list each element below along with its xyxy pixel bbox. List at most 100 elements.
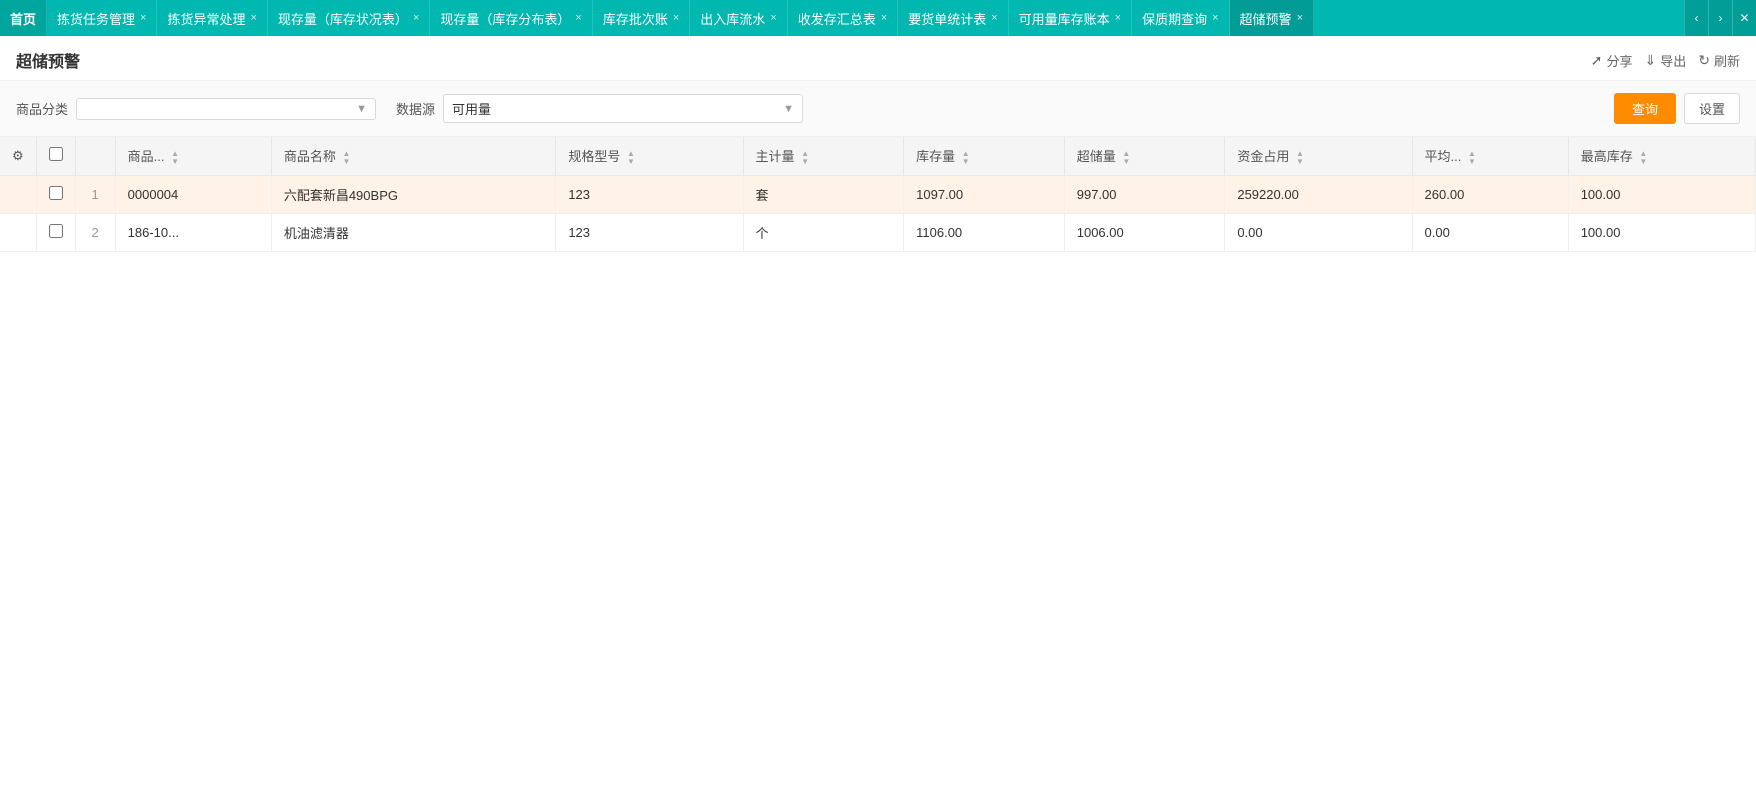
sort-max-stock-icon: ▲▼: [1639, 150, 1647, 166]
close-inventory-dist[interactable]: ×: [575, 12, 581, 24]
sort-product-name-icon: ▲▼: [342, 150, 350, 166]
page-container: 超储预警 ➚ 分享 ⇓ 导出 ↻ 刷新 商品分类 ▼ 数据源: [0, 36, 1756, 252]
nav-arrow-close[interactable]: ✕: [1732, 0, 1756, 36]
close-inventory-status[interactable]: ×: [413, 12, 419, 24]
nav-item-available-account[interactable]: 可用量库存账本 ×: [1009, 0, 1132, 36]
row-spec: 123: [556, 213, 743, 251]
data-source-label: 数据源: [396, 99, 435, 118]
th-product-code[interactable]: 商品... ▲▼: [115, 137, 271, 175]
top-navigation: 首页 拣货任务管理 × 拣货异常处理 × 现存量（库存状况表） × 现存量（库存…: [0, 0, 1756, 36]
query-button[interactable]: 查询: [1614, 93, 1676, 124]
sort-spec-icon: ▲▼: [627, 150, 635, 166]
sort-inventory-icon: ▲▼: [962, 150, 970, 166]
share-icon: ➚: [1591, 52, 1603, 69]
th-product-name[interactable]: 商品名称 ▲▼: [271, 137, 556, 175]
nav-item-home[interactable]: 首页: [0, 0, 47, 36]
table-header-row: ⚙ 商品... ▲▼ 商品名称 ▲▼ 规格型号: [0, 137, 1756, 175]
row-checkbox-cell[interactable]: [36, 175, 75, 213]
row-checkbox-0[interactable]: [49, 186, 63, 200]
row-inventory: 1106.00: [904, 213, 1065, 251]
nav-arrow-container: ‹ › ✕: [1684, 0, 1756, 36]
close-batch-account[interactable]: ×: [673, 12, 679, 24]
row-inventory: 1097.00: [904, 175, 1065, 213]
close-abnormal[interactable]: ×: [250, 12, 256, 24]
nav-item-collect-summary[interactable]: 收发存汇总表 ×: [788, 0, 898, 36]
data-source-arrow-icon: ▼: [783, 103, 794, 115]
th-unit[interactable]: 主计量 ▲▼: [743, 137, 904, 175]
export-button[interactable]: ⇓ 导出: [1645, 51, 1687, 70]
export-icon: ⇓: [1645, 52, 1657, 69]
row-max-stock: 100.00: [1568, 213, 1755, 251]
row-checkbox-1[interactable]: [49, 224, 63, 238]
filter-actions: 查询 设置: [1614, 93, 1740, 124]
refresh-button[interactable]: ↻ 刷新: [1698, 51, 1740, 70]
nav-arrow-right[interactable]: ›: [1708, 0, 1732, 36]
row-checkbox-cell[interactable]: [36, 213, 75, 251]
th-overstock[interactable]: 超储量 ▲▼: [1064, 137, 1225, 175]
nav-item-inout-flow[interactable]: 出入库流水 ×: [690, 0, 787, 36]
filter-area: 商品分类 ▼ 数据源 可用量 ▼ 查询 设置: [0, 81, 1756, 137]
nav-item-inventory-dist[interactable]: 现存量（库存分布表） ×: [430, 0, 592, 36]
table-body: 1 0000004 六配套新昌490BPG 123 套 1097.00 997.…: [0, 175, 1756, 251]
row-max-stock: 100.00: [1568, 175, 1755, 213]
page-header: 超储预警 ➚ 分享 ⇓ 导出 ↻ 刷新: [0, 36, 1756, 81]
close-collect-summary[interactable]: ×: [881, 12, 887, 24]
nav-item-batch-account[interactable]: 库存批次账 ×: [593, 0, 690, 36]
row-product-code: 0000004: [115, 175, 271, 213]
nav-item-order-stats[interactable]: 要货单统计表 ×: [898, 0, 1008, 36]
close-available-account[interactable]: ×: [1115, 12, 1121, 24]
sort-product-code-icon: ▲▼: [171, 150, 179, 166]
close-task-mgmt[interactable]: ×: [140, 12, 146, 24]
row-number: 1: [75, 175, 115, 213]
nav-item-overstock-warning[interactable]: 超储预警 ×: [1230, 0, 1314, 36]
page-actions: ➚ 分享 ⇓ 导出 ↻ 刷新: [1591, 51, 1740, 70]
nav-item-inventory-status[interactable]: 现存量（库存状况表） ×: [268, 0, 430, 36]
filter-group-category: 商品分类 ▼: [16, 98, 376, 120]
close-order-stats[interactable]: ×: [991, 12, 997, 24]
close-inout-flow[interactable]: ×: [770, 12, 776, 24]
nav-arrow-left[interactable]: ‹: [1684, 0, 1708, 36]
row-product-name: 机油滤清器: [271, 213, 556, 251]
product-category-label: 商品分类: [16, 99, 68, 118]
product-category-arrow-icon: ▼: [356, 103, 367, 115]
row-overstock: 997.00: [1064, 175, 1225, 213]
row-overstock: 1006.00: [1064, 213, 1225, 251]
share-button[interactable]: ➚ 分享: [1591, 51, 1633, 70]
th-capital[interactable]: 资金占用 ▲▼: [1225, 137, 1412, 175]
nav-item-task-mgmt[interactable]: 拣货任务管理 ×: [47, 0, 157, 36]
filter-group-datasource: 数据源 可用量 ▼: [396, 94, 803, 123]
product-category-select[interactable]: ▼: [76, 98, 376, 120]
gear-header-icon: ⚙: [12, 148, 24, 163]
table-row: 1 0000004 六配套新昌490BPG 123 套 1097.00 997.…: [0, 175, 1756, 213]
th-avg[interactable]: 平均... ▲▼: [1412, 137, 1568, 175]
row-number: 2: [75, 213, 115, 251]
nav-item-abnormal[interactable]: 拣货异常处理 ×: [157, 0, 267, 36]
data-table: ⚙ 商品... ▲▼ 商品名称 ▲▼ 规格型号: [0, 137, 1756, 252]
th-inventory[interactable]: 库存量 ▲▼: [904, 137, 1065, 175]
th-row-num: [75, 137, 115, 175]
sort-capital-icon: ▲▼: [1296, 150, 1304, 166]
select-all-checkbox[interactable]: [49, 147, 63, 161]
table-container: ⚙ 商品... ▲▼ 商品名称 ▲▼ 规格型号: [0, 137, 1756, 252]
sort-avg-icon: ▲▼: [1468, 150, 1476, 166]
row-product-name: 六配套新昌490BPG: [271, 175, 556, 213]
refresh-icon: ↻: [1698, 52, 1710, 69]
table-row: 2 186-10... 机油滤清器 123 个 1106.00 1006.00 …: [0, 213, 1756, 251]
settings-button[interactable]: 设置: [1684, 93, 1740, 124]
th-spec[interactable]: 规格型号 ▲▼: [556, 137, 743, 175]
data-source-select[interactable]: 可用量 ▼: [443, 94, 803, 123]
close-quality-check[interactable]: ×: [1212, 12, 1218, 24]
row-unit: 套: [743, 175, 904, 213]
row-gear-cell: [0, 175, 36, 213]
row-capital: 259220.00: [1225, 175, 1412, 213]
th-gear[interactable]: ⚙: [0, 137, 36, 175]
row-gear-cell: [0, 213, 36, 251]
row-product-code: 186-10...: [115, 213, 271, 251]
row-unit: 个: [743, 213, 904, 251]
th-max-stock[interactable]: 最高库存 ▲▼: [1568, 137, 1755, 175]
th-checkbox: [36, 137, 75, 175]
sort-overstock-icon: ▲▼: [1122, 150, 1130, 166]
nav-item-quality-check[interactable]: 保质期查询 ×: [1132, 0, 1229, 36]
data-source-value: 可用量: [452, 99, 775, 118]
close-overstock-warning[interactable]: ×: [1297, 12, 1303, 24]
